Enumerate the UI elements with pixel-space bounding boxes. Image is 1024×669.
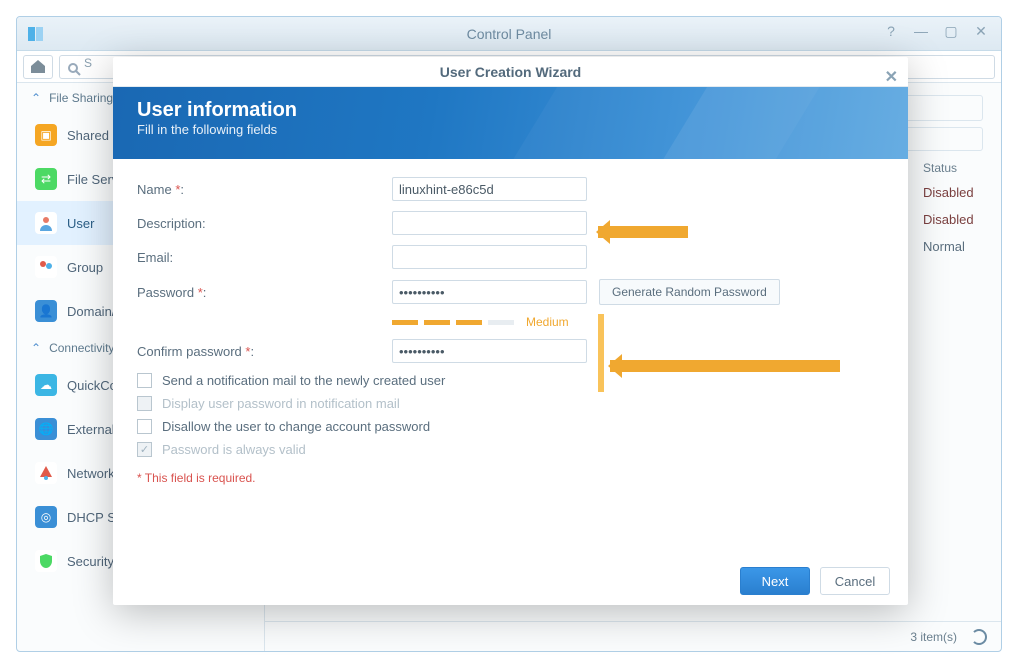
window-title: Control Panel xyxy=(467,26,552,42)
folder-icon: ▣ xyxy=(35,124,57,146)
banner-subtext: Fill in the following fields xyxy=(137,122,884,137)
label-description: Description: xyxy=(137,216,392,231)
home-icon xyxy=(29,58,47,76)
col-status[interactable]: Status xyxy=(923,161,957,175)
app-icon xyxy=(27,25,45,43)
network-icon xyxy=(35,462,57,484)
highlight-bar xyxy=(598,314,604,392)
maximize-icon[interactable]: ▢ xyxy=(937,19,965,43)
checkbox-always-valid: Password is always valid xyxy=(137,442,884,457)
titlebar: Control Panel ? — ▢ ✕ xyxy=(17,17,1001,51)
label-email: Email: xyxy=(137,250,392,265)
close-window-icon[interactable]: ✕ xyxy=(967,19,995,43)
refresh-icon[interactable] xyxy=(971,629,987,645)
search-icon xyxy=(66,61,84,79)
modal-body: Name *: Description: Email: Password *: … xyxy=(113,159,908,491)
checkbox-icon xyxy=(137,396,152,411)
annotation-arrow xyxy=(598,226,688,238)
globe-icon: 🌐 xyxy=(35,418,57,440)
group-icon xyxy=(35,256,57,278)
password-strength-meter: Medium xyxy=(392,315,884,329)
label-password: Password *: xyxy=(137,285,392,300)
confirm-password-input[interactable] xyxy=(392,339,587,363)
modal-title: User Creation Wizard xyxy=(440,64,581,80)
checkbox-icon xyxy=(137,419,152,434)
modal-footer: Next Cancel xyxy=(113,557,908,605)
checkbox-disallow-change[interactable]: Disallow the user to change account pass… xyxy=(137,419,884,434)
user-creation-wizard: User Creation Wizard ✕ User information … xyxy=(113,57,908,605)
required-note: * This field is required. xyxy=(137,471,884,485)
checkbox-notify-mail[interactable]: Send a notification mail to the newly cr… xyxy=(137,373,884,388)
checkbox-icon xyxy=(137,373,152,388)
help-icon[interactable]: ? xyxy=(877,19,905,43)
label-confirm-password: Confirm password *: xyxy=(137,344,392,359)
status-bar: 3 item(s) xyxy=(265,621,1001,651)
modal-titlebar: User Creation Wizard ✕ xyxy=(113,57,908,87)
email-input[interactable] xyxy=(392,245,587,269)
cloud-icon: ☁ xyxy=(35,374,57,396)
description-input[interactable] xyxy=(392,211,587,235)
generate-password-button[interactable]: Generate Random Password xyxy=(599,279,780,305)
item-count: 3 item(s) xyxy=(910,630,957,644)
minimize-icon[interactable]: — xyxy=(907,19,935,43)
search-text: S xyxy=(84,56,92,70)
domain-icon: 👤 xyxy=(35,300,57,322)
dhcp-icon: ◎ xyxy=(35,506,57,528)
checkbox-display-password: Display user password in notification ma… xyxy=(137,396,884,411)
chevron-up-icon: ⌃ xyxy=(31,341,41,355)
name-input[interactable] xyxy=(392,177,587,201)
home-button[interactable] xyxy=(23,55,53,79)
cancel-button[interactable]: Cancel xyxy=(820,567,890,595)
strength-label: Medium xyxy=(526,315,569,329)
file-services-icon: ⇄ xyxy=(35,168,57,190)
password-input[interactable] xyxy=(392,280,587,304)
shield-icon xyxy=(35,550,57,572)
checkbox-icon xyxy=(137,442,152,457)
chevron-up-icon: ⌃ xyxy=(31,91,41,105)
modal-banner: User information Fill in the following f… xyxy=(113,87,908,159)
label-name: Name *: xyxy=(137,182,392,197)
annotation-arrow xyxy=(610,360,840,372)
next-button[interactable]: Next xyxy=(740,567,810,595)
user-icon xyxy=(35,212,57,234)
